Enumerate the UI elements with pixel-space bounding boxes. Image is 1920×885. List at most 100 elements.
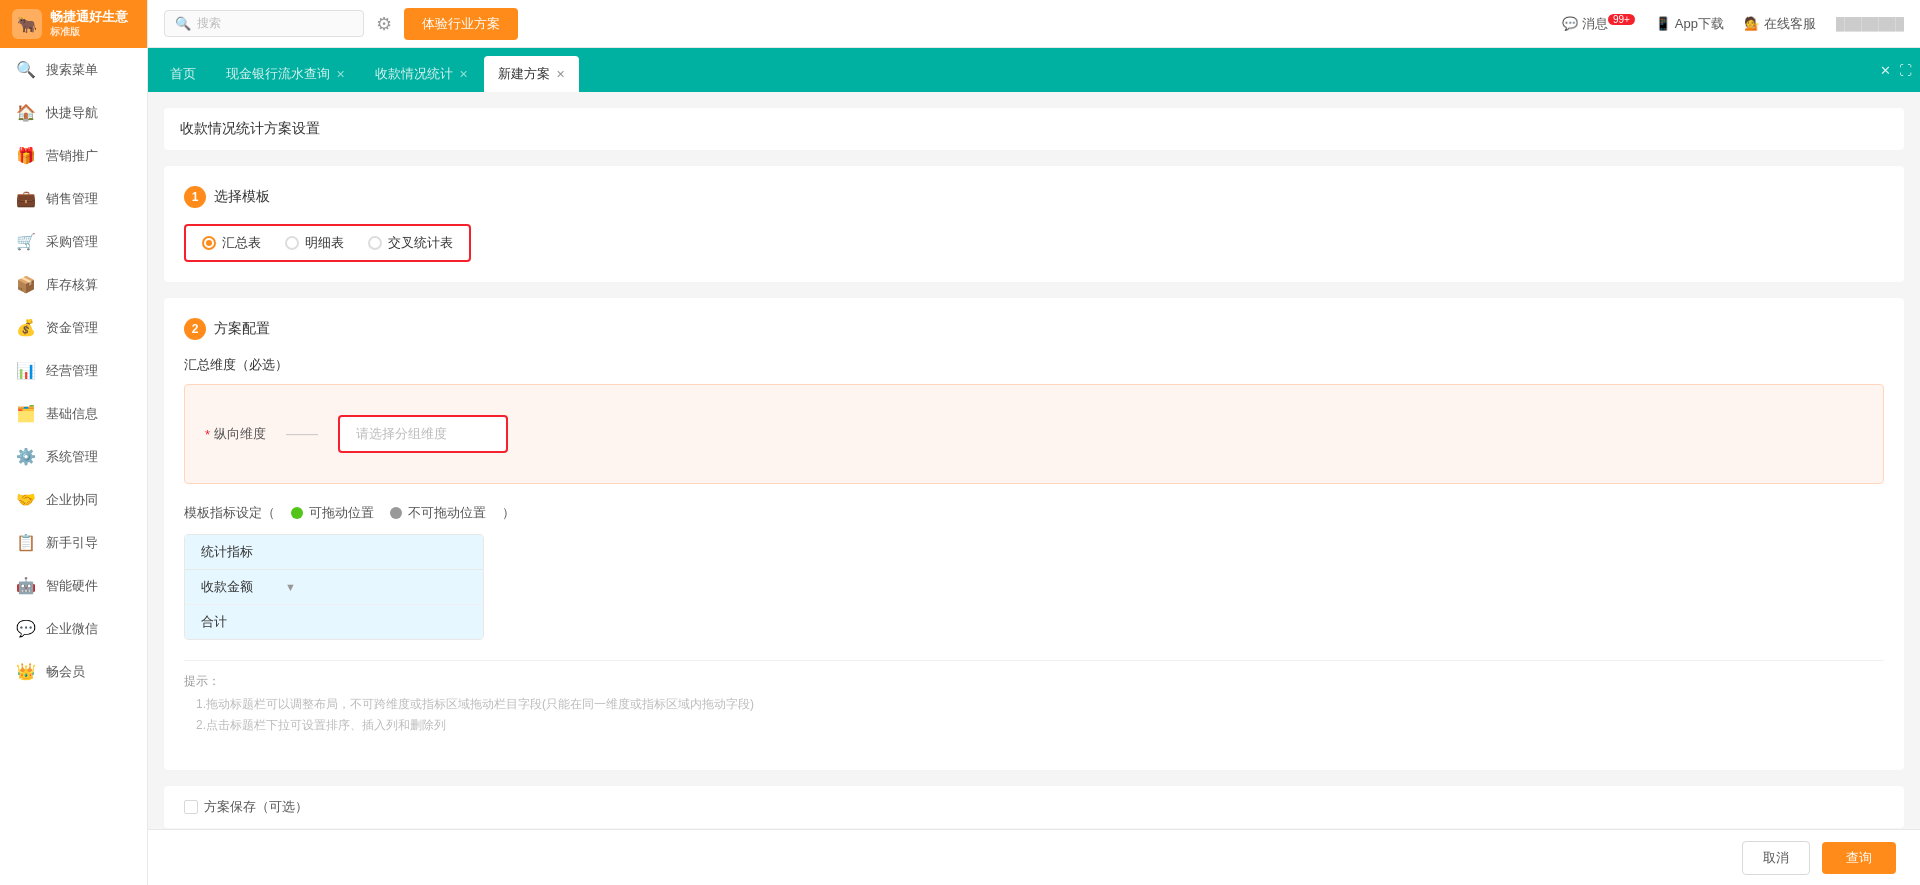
industry-btn[interactable]: 体验行业方案 xyxy=(404,8,518,40)
tab-new-plan-label: 新建方案 xyxy=(498,65,550,83)
sidebar-item-basic[interactable]: 🗂️ 基础信息 xyxy=(0,392,147,435)
cancel-button[interactable]: 取消 xyxy=(1742,841,1810,875)
inventory-icon: 📦 xyxy=(16,275,36,294)
radio-detail-label: 明细表 xyxy=(305,234,344,252)
sidebar-item-nav[interactable]: 🏠 快捷导航 xyxy=(0,91,147,134)
sidebar-item-inventory[interactable]: 📦 库存核算 xyxy=(0,263,147,306)
dim-row-label: * 纵向维度 xyxy=(205,425,266,443)
tab-receipts[interactable]: 收款情况统计 ✕ xyxy=(361,56,482,92)
dimension-area: * 纵向维度 —— 请选择分组维度 xyxy=(184,384,1884,484)
tab-new-plan[interactable]: 新建方案 ✕ xyxy=(484,56,579,92)
metrics-amount-label: 收款金额 xyxy=(201,578,281,596)
sidebar-item-operations[interactable]: 📊 经营管理 xyxy=(0,349,147,392)
metrics-row-amount[interactable]: 收款金额 ▼ xyxy=(185,570,483,605)
step2-title: 方案配置 xyxy=(214,320,270,338)
draggable-label: 可拖动位置 xyxy=(309,504,374,522)
sidebar-item-guide[interactable]: 📋 新手引导 xyxy=(0,521,147,564)
tab-receipts-label: 收款情况统计 xyxy=(375,65,453,83)
tab-home[interactable]: 首页 xyxy=(156,56,210,92)
radio-summary[interactable]: 汇总表 xyxy=(202,234,261,252)
dim-row-text: 纵向维度 xyxy=(214,425,266,443)
metrics-row-total: 合计 xyxy=(185,605,483,639)
app-logo: 🐂 畅捷通好生意 标准版 xyxy=(0,0,147,48)
sidebar-item-sales[interactable]: 💼 销售管理 xyxy=(0,177,147,220)
radio-cross[interactable]: 交叉统计表 xyxy=(368,234,453,252)
sidebar-item-wechat[interactable]: 💬 企业微信 xyxy=(0,607,147,650)
sidebar-item-hardware[interactable]: 🤖 智能硬件 xyxy=(0,564,147,607)
tab-cashflow[interactable]: 现金银行流水查询 ✕ xyxy=(212,56,359,92)
topbar-left: 🔍 搜索 ⚙ 体验行业方案 xyxy=(164,8,1546,40)
metrics-label-close: ） xyxy=(502,504,515,522)
tab-cashflow-close[interactable]: ✕ xyxy=(336,68,345,81)
sidebar-label-collab: 企业协同 xyxy=(46,491,98,509)
wechat-icon: 💬 xyxy=(16,619,36,638)
dimension-section: 汇总维度（必选） * 纵向维度 —— 请选择分组维度 xyxy=(184,356,1884,484)
sidebar-label-finance: 资金管理 xyxy=(46,319,98,337)
save-checkbox[interactable] xyxy=(184,800,198,814)
service-item[interactable]: 💁 在线客服 xyxy=(1744,15,1816,33)
metrics-area: 统计指标 收款金额 ▼ 合计 xyxy=(184,534,484,640)
search-bar[interactable]: 🔍 搜索 xyxy=(164,10,364,37)
sidebar: 🐂 畅捷通好生意 标准版 🔍 搜索菜单 🏠 快捷导航 🎁 营销推广 💼 销售管理… xyxy=(0,0,148,885)
radio-cross-circle xyxy=(368,236,382,250)
operations-icon: 📊 xyxy=(16,361,36,380)
save-label-text: 方案保存（可选） xyxy=(204,798,308,816)
metrics-amount-dropdown[interactable]: 收款金额 ▼ xyxy=(201,578,296,596)
tab-cashflow-label: 现金银行流水查询 xyxy=(226,65,330,83)
radio-detail[interactable]: 明细表 xyxy=(285,234,344,252)
metrics-header: 统计指标 xyxy=(185,535,483,570)
topbar: 🔍 搜索 ⚙ 体验行业方案 💬 消息 99+ 📱 App下载 💁 在线客服 ██… xyxy=(148,0,1920,48)
notice-badge: 99+ xyxy=(1608,14,1635,25)
step1-title: 选择模板 xyxy=(214,188,270,206)
collab-icon: 🤝 xyxy=(16,490,36,509)
download-label: App下载 xyxy=(1675,15,1724,33)
logo-icon: 🐂 xyxy=(12,9,42,39)
logo-text: 畅捷通好生意 xyxy=(50,9,128,25)
tab-home-label: 首页 xyxy=(170,65,196,83)
sidebar-label-marketing: 营销推广 xyxy=(46,147,98,165)
tab-new-plan-close[interactable]: ✕ xyxy=(556,68,565,81)
settings-icon[interactable]: ⚙ xyxy=(376,13,392,35)
step2-card: 2 方案配置 汇总维度（必选） * 纵向维度 —— 请选择分组维度 模板指标设定… xyxy=(164,298,1904,770)
step2-label: 2 方案配置 xyxy=(184,318,1884,340)
tab-close-all-icon[interactable]: ✕ xyxy=(1880,63,1891,78)
radio-detail-circle xyxy=(285,236,299,250)
metrics-settings-label: 模板指标设定（ 可拖动位置 不可拖动位置 ） xyxy=(184,504,1884,522)
dim-required-label: 汇总维度（必选） xyxy=(184,356,1884,374)
chevron-down-icon: ▼ xyxy=(285,581,296,593)
dim-select-box[interactable]: 请选择分组维度 xyxy=(338,415,508,453)
notice-label: 消息 xyxy=(1582,15,1608,33)
notice-item[interactable]: 💬 消息 99+ xyxy=(1562,15,1635,33)
sidebar-label-member: 畅会员 xyxy=(46,663,85,681)
tips-title: 提示： xyxy=(184,673,1884,690)
sidebar-item-system[interactable]: ⚙️ 系统管理 xyxy=(0,435,147,478)
sidebar-label-hardware: 智能硬件 xyxy=(46,577,98,595)
sidebar-item-finance[interactable]: 💰 资金管理 xyxy=(0,306,147,349)
sidebar-item-member[interactable]: 👑 畅会员 xyxy=(0,650,147,693)
step1-num: 1 xyxy=(184,186,206,208)
tabbar: 首页 现金银行流水查询 ✕ 收款情况统计 ✕ 新建方案 ✕ ✕ ⛶ xyxy=(148,48,1920,92)
dim-arrow: —— xyxy=(282,425,322,443)
tab-receipts-close[interactable]: ✕ xyxy=(459,68,468,81)
tips-section: 提示： 1.拖动标题栏可以调整布局，不可跨维度或指标区域拖动栏目字段(只能在同一… xyxy=(184,660,1884,750)
sidebar-item-purchase[interactable]: 🛒 采购管理 xyxy=(0,220,147,263)
download-item[interactable]: 📱 App下载 xyxy=(1655,15,1724,33)
content-area: 收款情况统计方案设置 1 选择模板 汇总表 明细表 交叉统计表 xyxy=(148,92,1920,829)
query-button[interactable]: 查询 xyxy=(1822,842,1896,874)
save-checkbox-label[interactable]: 方案保存（可选） xyxy=(184,798,1884,816)
radio-cross-label: 交叉统计表 xyxy=(388,234,453,252)
save-card: 方案保存（可选） xyxy=(164,786,1904,828)
search-placeholder: 搜索 xyxy=(197,15,221,32)
sidebar-label-system: 系统管理 xyxy=(46,448,98,466)
sidebar-item-collab[interactable]: 🤝 企业协同 xyxy=(0,478,147,521)
tab-expand-icon[interactable]: ⛶ xyxy=(1899,63,1912,78)
non-draggable-dot xyxy=(390,507,402,519)
sidebar-item-search[interactable]: 🔍 搜索菜单 xyxy=(0,48,147,91)
sidebar-item-marketing[interactable]: 🎁 营销推广 xyxy=(0,134,147,177)
sidebar-label-inventory: 库存核算 xyxy=(46,276,98,294)
required-star: * xyxy=(205,427,210,442)
sidebar-label-operations: 经营管理 xyxy=(46,362,98,380)
system-icon: ⚙️ xyxy=(16,447,36,466)
search-icon: 🔍 xyxy=(175,16,191,31)
non-draggable-label: 不可拖动位置 xyxy=(408,504,486,522)
